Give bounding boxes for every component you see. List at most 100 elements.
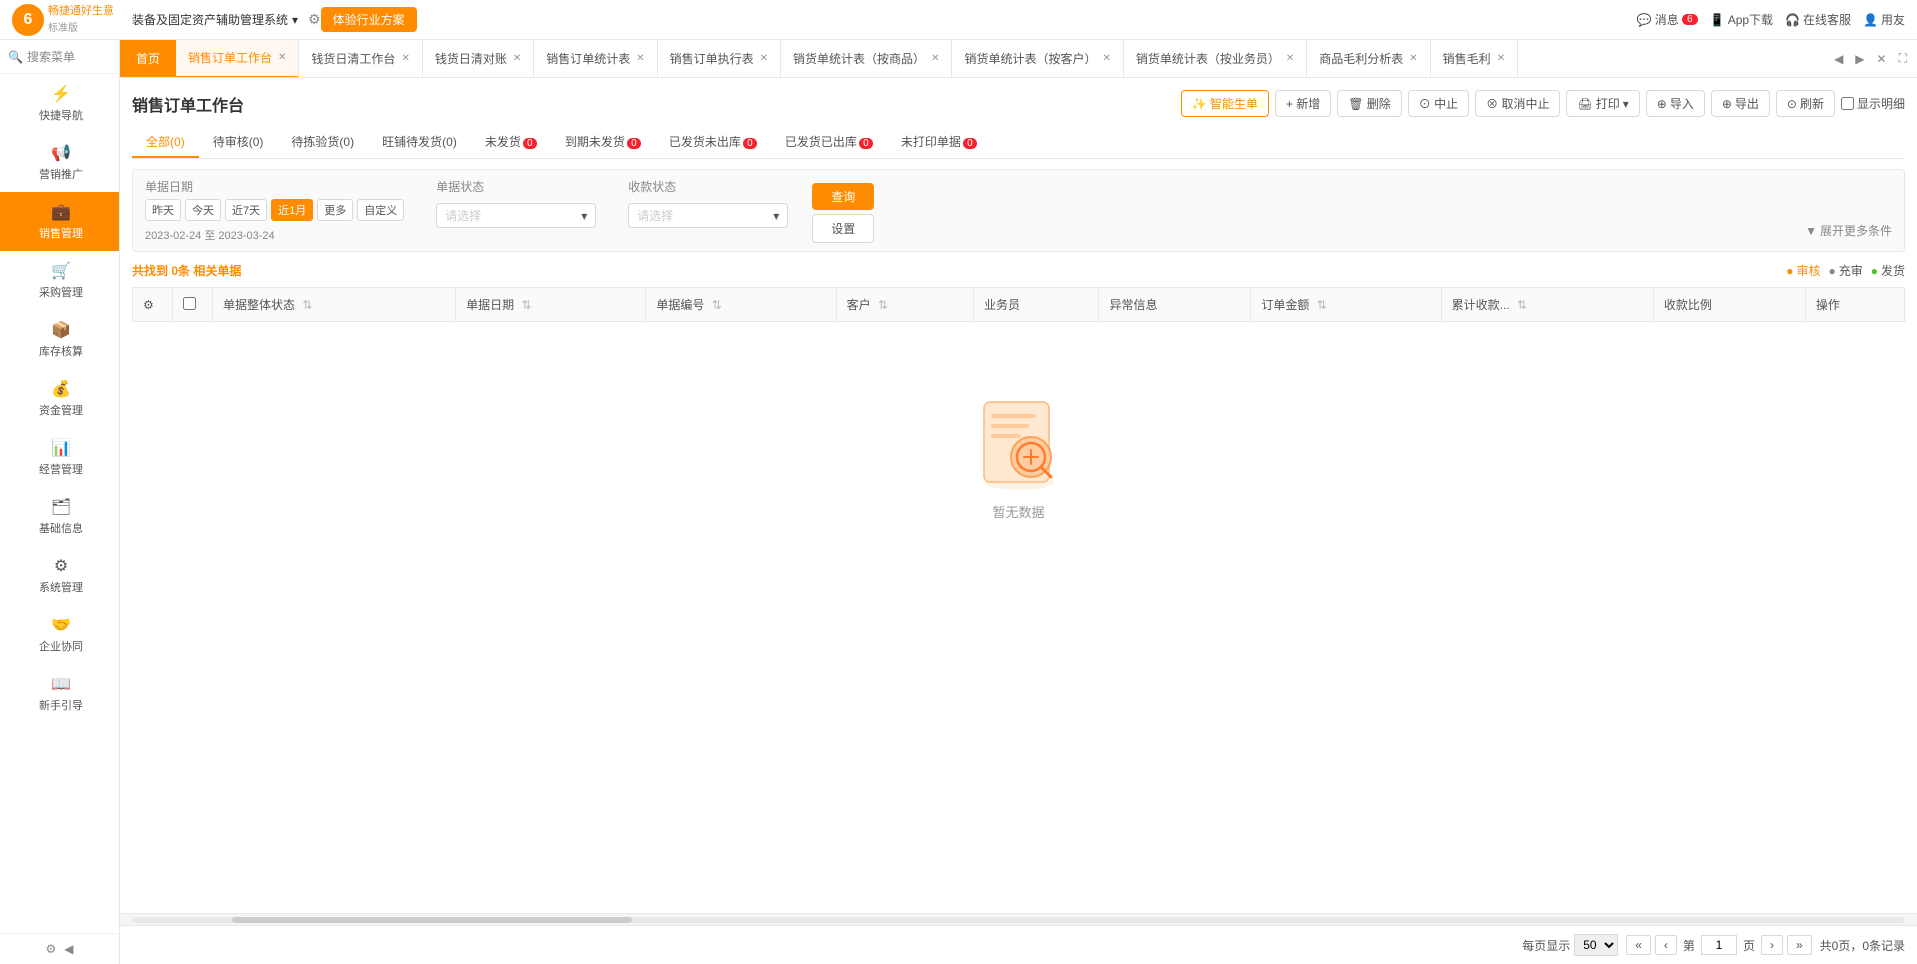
send-button[interactable]: ● 发货 <box>1871 262 1905 279</box>
date-custom[interactable]: 自定义 <box>357 199 404 221</box>
tab-sales-person[interactable]: 销货单统计表（按业务员） ✕ <box>1124 40 1307 78</box>
sidebar-search[interactable]: 🔍 搜索菜单 <box>0 40 119 74</box>
tab-daily-reconcile[interactable]: 钱货日清对账 ✕ <box>423 40 534 78</box>
delete-button[interactable]: 🗑 删除 <box>1337 90 1402 117</box>
tab-sales-margin[interactable]: 销售毛利 ✕ <box>1431 40 1518 78</box>
tab-sales-stats[interactable]: 销售订单统计表 ✕ <box>534 40 657 78</box>
tab-home[interactable]: 首页 <box>120 40 176 78</box>
query-button[interactable]: 查询 <box>812 183 874 210</box>
reject-button[interactable]: ● 充审 <box>1828 262 1862 279</box>
send-dot: ● <box>1871 264 1878 278</box>
tab-expand[interactable]: ⛶ <box>1895 49 1911 68</box>
sidebar-settings-btn[interactable]: ⚙ <box>46 942 57 956</box>
tab-close-sales-order[interactable]: ✕ <box>278 52 286 63</box>
date-1month[interactable]: 近1月 <box>271 199 313 221</box>
ftab-pending-review[interactable]: 待审核(0) <box>199 127 278 158</box>
tab-daily-clear[interactable]: 钱货日清工作台 ✕ <box>299 40 422 78</box>
scroll-thumb[interactable] <box>232 917 632 923</box>
ftab-sent-out[interactable]: 已发货已出库0 <box>771 127 887 158</box>
status-select[interactable]: 请选择 ▾ <box>436 203 596 228</box>
ftab-all[interactable]: 全部(0) <box>132 127 199 158</box>
page-number-input[interactable] <box>1701 935 1737 955</box>
ftab-unprinted[interactable]: 未打印单据0 <box>887 127 991 158</box>
th-date[interactable]: 单据日期 ⇅ <box>456 288 646 322</box>
print-icon: 🖨 <box>1577 97 1592 111</box>
tab-scroll-right[interactable]: ▶ <box>1851 50 1868 68</box>
sidebar-item-system[interactable]: ⚙ 系统管理 <box>0 546 119 605</box>
finance-icon: 💰 <box>51 379 71 399</box>
date-more[interactable]: 更多 <box>317 199 353 221</box>
tab-close-sales-goods[interactable]: ✕ <box>931 53 939 64</box>
prev-page-button[interactable]: ‹ <box>1655 935 1677 955</box>
first-page-button[interactable]: « <box>1626 935 1651 955</box>
print-button[interactable]: 🖨 打印 ▾ <box>1566 90 1639 117</box>
tab-sales-goods[interactable]: 销货单统计表（按商品） ✕ <box>781 40 952 78</box>
sidebar-item-quick-nav[interactable]: ⚡ 快捷导航 <box>0 74 119 133</box>
tab-close-sales-margin[interactable]: ✕ <box>1497 53 1505 64</box>
refresh-button[interactable]: ⊙ 刷新 <box>1776 90 1835 117</box>
horizontal-scrollbar[interactable] <box>120 913 1917 925</box>
message-button[interactable]: 💬 消息 6 <box>1637 11 1698 28</box>
ftab-sent-not-out[interactable]: 已发货未出库0 <box>655 127 771 158</box>
settings-query-button[interactable]: 设置 <box>812 214 874 243</box>
expand-conditions-button[interactable]: ▼ 展开更多条件 <box>1805 222 1892 243</box>
online-service-button[interactable]: 🎧 在线客服 <box>1785 11 1851 28</box>
ftab-overdue-unsent[interactable]: 到期未发货0 <box>551 127 655 158</box>
sidebar-item-guide[interactable]: 📖 新手引导 <box>0 664 119 723</box>
tab-close-daily-clear[interactable]: ✕ <box>401 53 409 64</box>
sidebar-item-cooperation[interactable]: 🤝 企业协同 <box>0 605 119 664</box>
th-cumulative[interactable]: 累计收款... ⇅ <box>1441 288 1653 322</box>
sidebar-item-marketing[interactable]: 📢 营销推广 <box>0 133 119 192</box>
tab-close-sales-stats[interactable]: ✕ <box>636 53 644 64</box>
tab-close-daily-reconcile[interactable]: ✕ <box>513 53 521 64</box>
next-page-button[interactable]: › <box>1761 935 1783 955</box>
tab-sales-order[interactable]: 销售订单工作台 ✕ <box>176 40 299 78</box>
tab-close-gross-profit[interactable]: ✕ <box>1409 53 1417 64</box>
ftab-pending-inspect[interactable]: 待拣验货(0) <box>277 127 368 158</box>
tab-gross-profit[interactable]: 商品毛利分析表 ✕ <box>1307 40 1430 78</box>
tab-close-sales-person[interactable]: ✕ <box>1286 53 1294 64</box>
export-button[interactable]: ⊕ 导出 <box>1711 90 1770 117</box>
cancel-stop-button[interactable]: ⊗ 取消中止 <box>1475 90 1560 117</box>
sidebar-item-purchase[interactable]: 🛒 采购管理 <box>0 251 119 310</box>
detail-checkbox-label[interactable]: 显示明细 <box>1841 95 1905 112</box>
th-customer[interactable]: 客户 ⇅ <box>836 288 973 322</box>
ftab-wangpu-pending[interactable]: 旺铺待发货(0) <box>368 127 471 158</box>
app-download-button[interactable]: 📱 App下载 <box>1710 11 1773 28</box>
tab-sales-exec[interactable]: 销售订单执行表 ✕ <box>658 40 781 78</box>
page-size-dropdown[interactable]: 50 <box>1574 934 1618 956</box>
gear-settings[interactable]: ⚙ <box>308 11 321 28</box>
ftab-unsent[interactable]: 未发货0 <box>471 127 551 158</box>
last-page-button[interactable]: » <box>1787 935 1812 955</box>
tab-close-all[interactable]: ✕ <box>1873 50 1891 68</box>
date-7days[interactable]: 近7天 <box>225 199 267 221</box>
import-button[interactable]: ⊕ 导入 <box>1646 90 1705 117</box>
th-settings[interactable]: ⚙ <box>133 288 173 322</box>
sidebar-item-base-info[interactable]: 🗂 基础信息 <box>0 487 119 546</box>
ai-generate-button[interactable]: ✨ 智能生单 <box>1181 90 1269 117</box>
tab-close-sales-exec[interactable]: ✕ <box>760 53 768 64</box>
system-title-dropdown[interactable]: 装备及固定资产辅助管理系统 ▾ <box>132 11 298 28</box>
add-button[interactable]: + 新增 <box>1275 90 1331 117</box>
detail-checkbox[interactable] <box>1841 97 1854 110</box>
th-amount[interactable]: 订单金额 ⇅ <box>1251 288 1441 322</box>
sidebar-item-operations[interactable]: 📊 经营管理 <box>0 428 119 487</box>
payment-select[interactable]: 请选择 ▾ <box>628 203 788 228</box>
th-status[interactable]: 单据整体状态 ⇅ <box>213 288 456 322</box>
user-menu[interactable]: 👤 用友 <box>1863 11 1905 28</box>
sidebar-collapse-btn[interactable]: ◀ <box>64 942 73 956</box>
th-number[interactable]: 单据编号 ⇅ <box>646 288 836 322</box>
tab-sales-customer[interactable]: 销货单统计表（按客户） ✕ <box>952 40 1123 78</box>
select-all-checkbox[interactable] <box>183 297 196 310</box>
tab-close-sales-customer[interactable]: ✕ <box>1102 53 1110 64</box>
stop-button[interactable]: ⊙ 中止 <box>1408 90 1469 117</box>
date-today[interactable]: 今天 <box>185 199 221 221</box>
tab-scroll-left[interactable]: ◀ <box>1830 50 1847 68</box>
sidebar-item-inventory[interactable]: 📦 库存核算 <box>0 310 119 369</box>
audit-button[interactable]: ● ● 审核 审核 <box>1786 262 1820 279</box>
experience-button[interactable]: 体验行业方案 <box>321 7 417 32</box>
sidebar-item-sales[interactable]: 💼 销售管理 <box>0 192 119 251</box>
date-yesterday[interactable]: 昨天 <box>145 199 181 221</box>
sidebar-item-finance[interactable]: 💰 资金管理 <box>0 369 119 428</box>
th-checkbox[interactable] <box>173 288 213 322</box>
